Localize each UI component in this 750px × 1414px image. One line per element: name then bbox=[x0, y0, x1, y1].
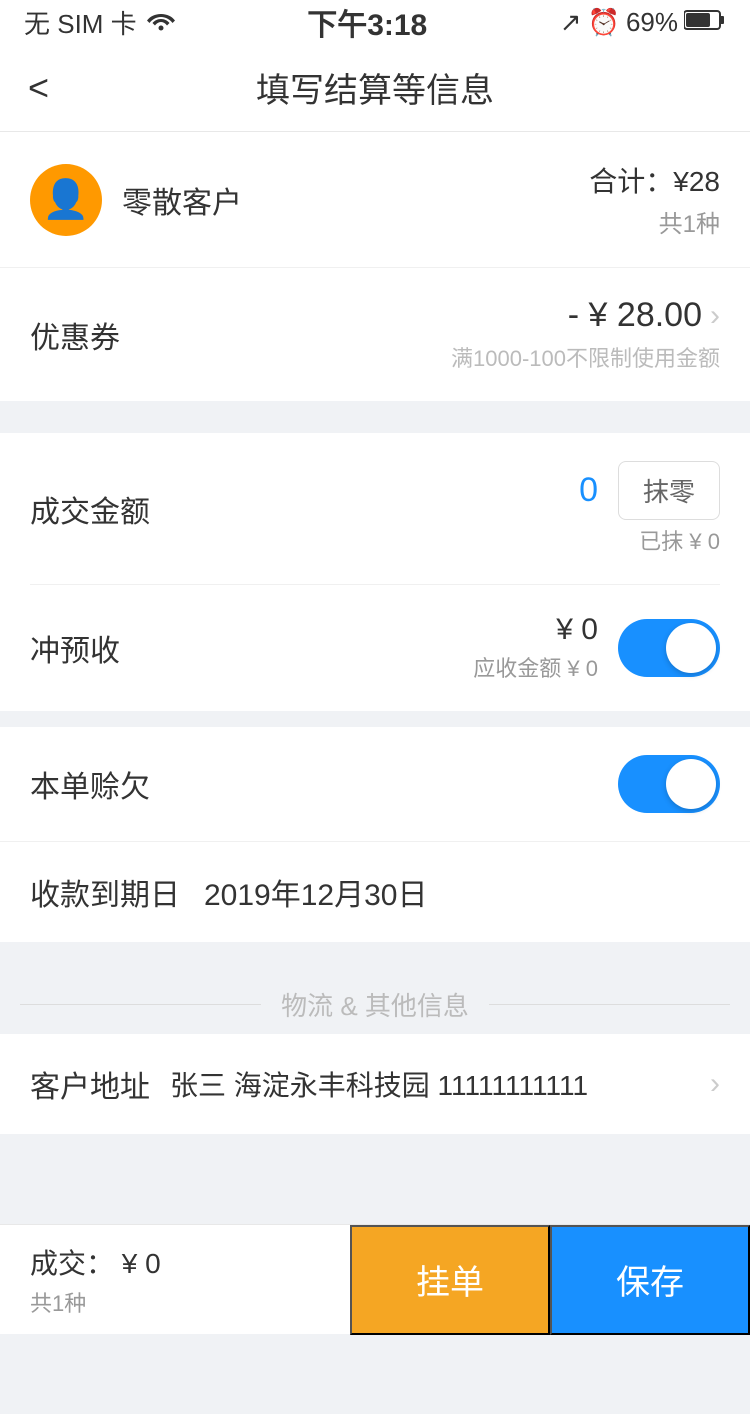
logistics-line-right bbox=[489, 1004, 730, 1005]
back-button[interactable]: < bbox=[28, 67, 49, 109]
bottom-count: 共1种 bbox=[30, 1286, 320, 1318]
amount-sub: 已抹 ¥ 0 bbox=[639, 524, 720, 556]
coupon-row[interactable]: 优惠券 - ¥ 28.00 › 满1000-100不限制使用金额 bbox=[0, 267, 750, 401]
page-title: 填写结算等信息 bbox=[256, 63, 494, 112]
customer-left: 👤 零散客户 bbox=[30, 164, 242, 236]
wifi-icon bbox=[147, 7, 175, 38]
logistics-line-left bbox=[20, 1004, 261, 1005]
status-left: 无 SIM 卡 bbox=[24, 4, 175, 41]
logistics-divider: 物流 & 其他信息 bbox=[0, 974, 750, 1034]
address-section[interactable]: 客户地址 张三 海淀永丰科技园 11111111111 › bbox=[0, 1034, 750, 1134]
advance-toggle[interactable] bbox=[618, 619, 720, 677]
advance-amount: ¥ 0 bbox=[473, 613, 598, 647]
advance-amount-block: ¥ 0 应收金额 ¥ 0 bbox=[473, 613, 598, 683]
nav-bar: < 填写结算等信息 bbox=[0, 44, 750, 132]
amount-right: 0 抹零 bbox=[579, 461, 720, 520]
logistics-label: 物流 & 其他信息 bbox=[281, 986, 469, 1023]
chevron-right-icon: › bbox=[710, 299, 720, 333]
advance-label: 冲预收 bbox=[30, 626, 120, 670]
coupon-right: - ¥ 28.00 › bbox=[568, 296, 720, 335]
due-date-label: 收款到期日 bbox=[30, 870, 180, 914]
bottom-info: 成交： ¥ 0 共1种 bbox=[0, 1242, 350, 1318]
avatar-icon: 👤 bbox=[42, 178, 89, 222]
bottom-bar: 成交： ¥ 0 共1种 挂单 保存 bbox=[0, 1224, 750, 1334]
hang-order-button[interactable]: 挂单 bbox=[350, 1225, 550, 1335]
deal-amount: ¥ 0 bbox=[122, 1248, 161, 1279]
debt-toggle[interactable] bbox=[618, 755, 720, 813]
alarm-icon: ⏰ bbox=[588, 7, 620, 38]
customer-right: 合计：¥28 共1种 bbox=[589, 160, 720, 239]
advance-right: ¥ 0 应收金额 ¥ 0 bbox=[473, 613, 720, 683]
bottom-deal-row: 成交： ¥ 0 bbox=[30, 1242, 320, 1282]
total-amount: 合计：¥28 bbox=[589, 160, 720, 200]
due-date-value: 2019年12月30日 bbox=[204, 870, 427, 914]
no-sim-text: 无 SIM 卡 bbox=[24, 4, 137, 41]
customer-section: 👤 零散客户 合计：¥28 共1种 优惠券 - ¥ 28.00 › 满1000-… bbox=[0, 132, 750, 401]
due-date-section: 收款到期日 2019年12月30日 bbox=[0, 841, 750, 942]
toggle-knob bbox=[666, 623, 716, 673]
amount-value: 0 bbox=[579, 471, 598, 510]
location-icon: ↗ bbox=[560, 7, 582, 38]
coupon-discount: - ¥ 28.00 bbox=[568, 296, 702, 335]
advance-sub: 应收金额 ¥ 0 bbox=[473, 651, 598, 683]
coupon-desc: 满1000-100不限制使用金额 bbox=[451, 341, 720, 373]
customer-row: 👤 零散客户 合计：¥28 共1种 bbox=[0, 132, 750, 267]
address-label: 客户地址 bbox=[30, 1062, 150, 1106]
advance-row: 冲预收 ¥ 0 应收金额 ¥ 0 bbox=[0, 585, 750, 711]
battery-icon bbox=[684, 7, 726, 38]
debt-section: 本单赊欠 bbox=[0, 727, 750, 841]
coupon-label: 优惠券 bbox=[30, 313, 120, 357]
deal-label: 成交： bbox=[30, 1248, 114, 1279]
battery-percent: 69% bbox=[626, 7, 678, 38]
divider-1 bbox=[0, 417, 750, 433]
debt-toggle-knob bbox=[666, 759, 716, 809]
round-zero-button[interactable]: 抹零 bbox=[618, 461, 720, 520]
amount-row: 成交金额 0 抹零 已抹 ¥ 0 bbox=[30, 433, 720, 585]
status-time: 下午3:18 bbox=[307, 0, 427, 44]
status-right: ↗ ⏰ 69% bbox=[560, 7, 726, 38]
divider-3 bbox=[0, 942, 750, 958]
save-button[interactable]: 保存 bbox=[550, 1225, 750, 1335]
customer-name: 零散客户 bbox=[122, 178, 242, 222]
status-bar: 无 SIM 卡 下午3:18 ↗ ⏰ 69% bbox=[0, 0, 750, 44]
address-chevron-icon: › bbox=[710, 1067, 720, 1101]
divider-2 bbox=[0, 711, 750, 727]
amount-label: 成交金额 bbox=[30, 487, 150, 531]
debt-label: 本单赊欠 bbox=[30, 762, 150, 806]
amount-advance-section: 成交金额 0 抹零 已抹 ¥ 0 bbox=[0, 433, 750, 585]
total-count: 共1种 bbox=[589, 204, 720, 239]
address-value: 张三 海淀永丰科技园 11111111111 bbox=[170, 1064, 710, 1104]
avatar: 👤 bbox=[30, 164, 102, 236]
